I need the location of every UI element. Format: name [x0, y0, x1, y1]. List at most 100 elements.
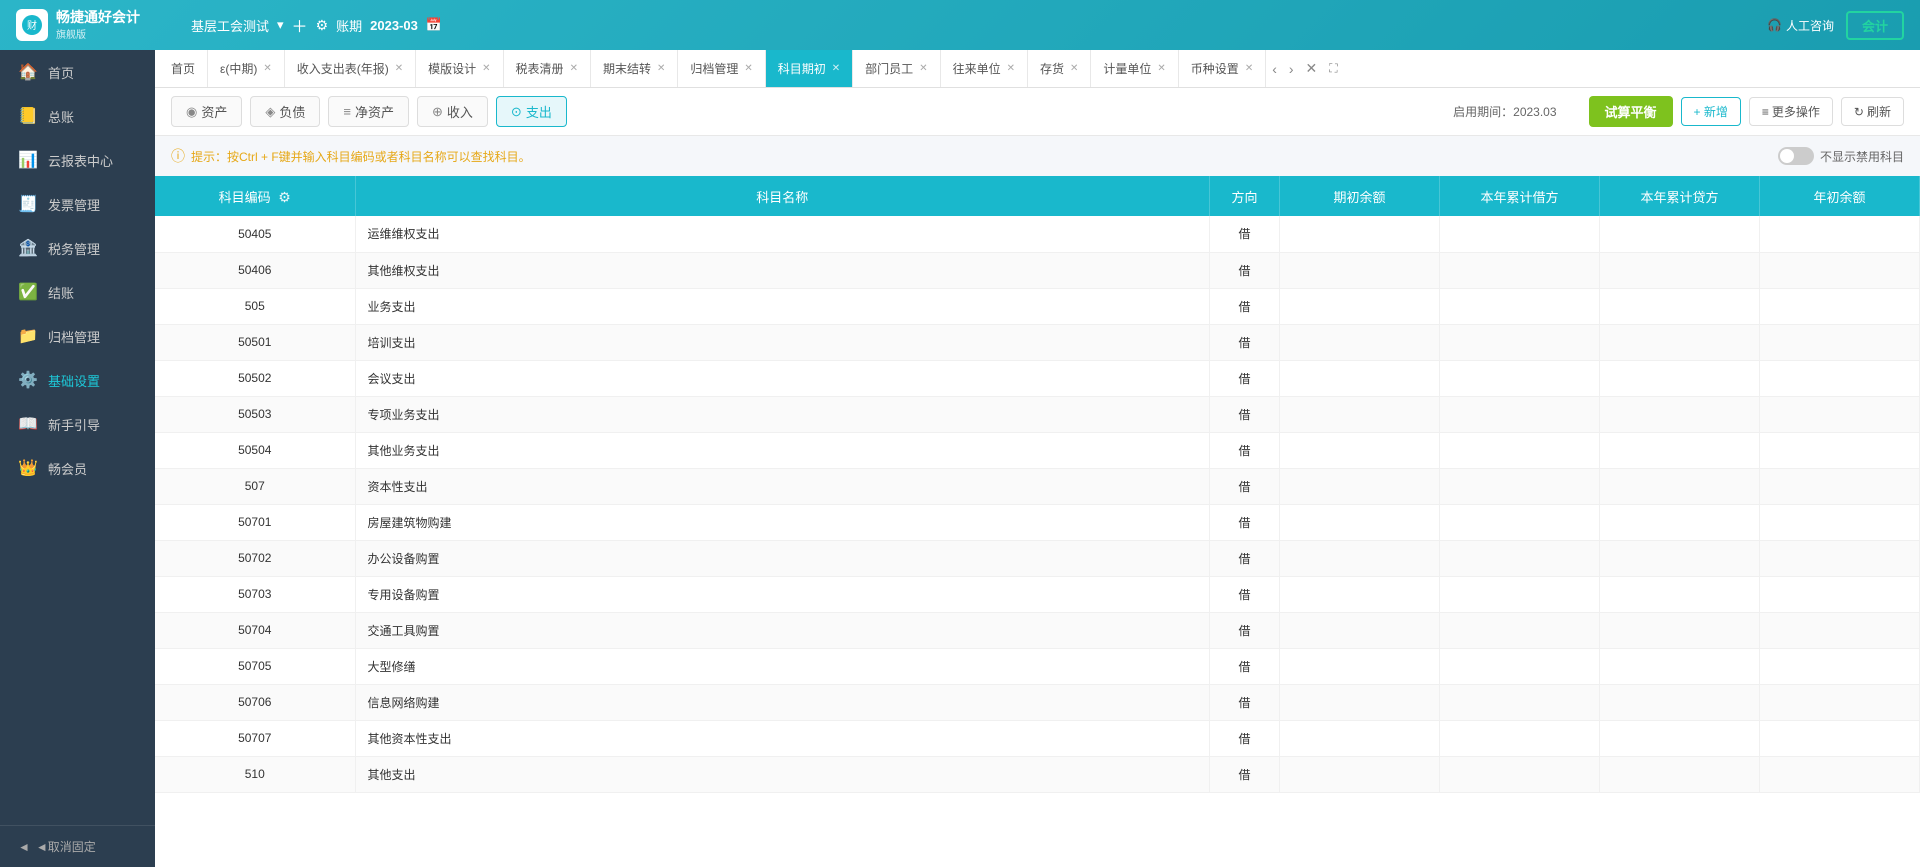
- sub-tab-liability[interactable]: ◈ 负债: [250, 96, 320, 127]
- tab-close-icon[interactable]: ✕: [1007, 63, 1015, 74]
- table-row[interactable]: 50405运维维权支出借: [155, 216, 1920, 252]
- cell-dir: 借: [1210, 504, 1280, 540]
- toggle-label-text: 不显示禁用科目: [1820, 148, 1904, 165]
- archive-icon: 📁: [18, 326, 38, 346]
- sidebar-item-label: 发票管理: [48, 195, 100, 214]
- sidebar-item-archive[interactable]: 📁 归档管理: [0, 314, 155, 358]
- table-row[interactable]: 510其他支出借: [155, 756, 1920, 792]
- tab-close-icon[interactable]: ✕: [1070, 63, 1078, 74]
- tab-subject-init[interactable]: 科目期初 ✕: [766, 50, 853, 88]
- sub-tab-expense[interactable]: ⊙ 支出: [496, 96, 567, 127]
- add-btn[interactable]: + 新增: [1681, 97, 1741, 126]
- sidebar-item-member[interactable]: 👑 畅会员: [0, 446, 155, 490]
- cell-balance: [1280, 252, 1440, 288]
- cell-balance: [1280, 360, 1440, 396]
- cell-credit: [1600, 360, 1760, 396]
- table-row[interactable]: 50502会议支出借: [155, 360, 1920, 396]
- tab-close-icon[interactable]: ✕: [570, 63, 578, 74]
- tab-currency[interactable]: 币种设置 ✕: [1179, 50, 1266, 88]
- table-row[interactable]: 50504其他业务支出借: [155, 432, 1920, 468]
- add-project-btn[interactable]: ＋: [292, 13, 308, 37]
- sub-tab-label: 资产: [201, 102, 227, 121]
- table-row[interactable]: 50701房屋建筑物购建借: [155, 504, 1920, 540]
- calendar-icon[interactable]: 📅: [426, 17, 442, 33]
- tab-income-annual[interactable]: 收入支出表(年报) ✕: [285, 50, 416, 88]
- sub-tab-asset[interactable]: ◉ 资产: [171, 96, 242, 127]
- sidebar-collapse-btn[interactable]: ◄ ◄取消固定: [0, 825, 155, 867]
- tab-inventory[interactable]: 存货 ✕: [1028, 50, 1091, 88]
- cell-balance: [1280, 432, 1440, 468]
- tab-dept-employee[interactable]: 部门员工 ✕: [853, 50, 940, 88]
- tab-label: 归档管理: [690, 60, 738, 77]
- cell-credit: [1600, 576, 1760, 612]
- support-btn[interactable]: 🎧 人工咨询: [1767, 17, 1834, 34]
- tab-expand-btn[interactable]: ⛶: [1323, 57, 1343, 80]
- table-row[interactable]: 50704交通工具购置借: [155, 612, 1920, 648]
- tab-period-end[interactable]: 期末结转 ✕: [591, 50, 678, 88]
- account-btn[interactable]: 会计: [1846, 11, 1904, 40]
- sidebar-item-closing[interactable]: ✅ 结账: [0, 270, 155, 314]
- tab-close-icon[interactable]: ✕: [744, 63, 752, 74]
- sidebar-item-tax[interactable]: 🏦 税务管理: [0, 226, 155, 270]
- tab-close-icon[interactable]: ✕: [395, 63, 403, 74]
- cell-balance: [1280, 324, 1440, 360]
- table-row[interactable]: 505业务支出借: [155, 288, 1920, 324]
- sidebar-item-label: 首页: [48, 63, 74, 82]
- table-row[interactable]: 50702办公设备购置借: [155, 540, 1920, 576]
- disable-toggle[interactable]: [1778, 147, 1814, 165]
- sub-tab-net-asset[interactable]: ≡ 净资产: [328, 96, 409, 127]
- table-row[interactable]: 50406其他维权支出借: [155, 252, 1920, 288]
- tab-home[interactable]: 首页: [159, 50, 208, 88]
- sub-tab-income[interactable]: ⊕ 收入: [417, 96, 488, 127]
- refresh-btn[interactable]: ↻ 刷新: [1841, 97, 1904, 126]
- cell-name: 其他业务支出: [355, 432, 1210, 468]
- tab-label: 模版设计: [428, 60, 476, 77]
- tab-archive-mgmt[interactable]: 归档管理 ✕: [678, 50, 765, 88]
- sidebar-item-invoice[interactable]: 🧾 发票管理: [0, 182, 155, 226]
- tab-unit[interactable]: 计量单位 ✕: [1091, 50, 1178, 88]
- tab-close-icon[interactable]: ✕: [263, 63, 271, 74]
- sidebar-item-reports[interactable]: 📊 云报表中心: [0, 138, 155, 182]
- tab-close-icon[interactable]: ✕: [1245, 63, 1253, 74]
- trial-balance-btn[interactable]: 试算平衡: [1589, 96, 1673, 127]
- tab-counterparty[interactable]: 往来单位 ✕: [941, 50, 1028, 88]
- dropdown-icon[interactable]: ▾: [277, 17, 284, 33]
- table-row[interactable]: 50705大型修缮借: [155, 648, 1920, 684]
- sidebar-item-guide[interactable]: 📖 新手引导: [0, 402, 155, 446]
- cell-code: 50503: [155, 396, 355, 432]
- more-operations-btn[interactable]: ≡ 更多操作: [1749, 97, 1833, 126]
- table-row[interactable]: 50707其他资本性支出借: [155, 720, 1920, 756]
- gear-icon[interactable]: ⚙: [278, 189, 291, 205]
- header-right: 🎧 人工咨询 会计: [1767, 11, 1904, 40]
- table-row[interactable]: 50706信息网络购建借: [155, 684, 1920, 720]
- header-project[interactable]: 基层工会测试 ▾ ＋ ⚙ 账期 2023-03 📅: [191, 13, 442, 37]
- cell-year: [1760, 504, 1920, 540]
- tab-close-icon[interactable]: ✕: [1157, 63, 1165, 74]
- table-row[interactable]: 50503专项业务支出借: [155, 396, 1920, 432]
- hint-box: ⓘ 提示：按Ctrl + F键并输入科目编码或者科目名称可以查找科目。: [171, 146, 1770, 166]
- guide-icon: 📖: [18, 414, 38, 434]
- tab-close-icon[interactable]: ✕: [832, 63, 840, 74]
- settings-icon[interactable]: ⚙: [316, 17, 329, 34]
- table-row[interactable]: 50501培训支出借: [155, 324, 1920, 360]
- cell-credit: [1600, 468, 1760, 504]
- tab-close-all-btn[interactable]: ✕: [1300, 56, 1324, 81]
- tab-close-icon[interactable]: ✕: [482, 63, 490, 74]
- tab-close-icon[interactable]: ✕: [657, 63, 665, 74]
- tab-close-icon[interactable]: ✕: [919, 63, 927, 74]
- period-value: 2023-03: [370, 18, 418, 33]
- table-row[interactable]: 507资本性支出借: [155, 468, 1920, 504]
- tab-next-btn[interactable]: ›: [1283, 57, 1300, 81]
- sub-tab-label: 收入: [447, 102, 473, 121]
- cell-credit: [1600, 756, 1760, 792]
- closing-icon: ✅: [18, 282, 38, 302]
- tab-template[interactable]: 模版设计 ✕: [416, 50, 503, 88]
- sidebar-item-home[interactable]: 🏠 首页: [0, 50, 155, 94]
- sidebar-item-basic-settings[interactable]: ⚙️ 基础设置: [0, 358, 155, 402]
- sidebar-item-ledger[interactable]: 📒 总账: [0, 94, 155, 138]
- tab-prev-btn[interactable]: ‹: [1266, 57, 1283, 81]
- tab-interim[interactable]: ε(中期) ✕: [208, 50, 285, 88]
- table-row[interactable]: 50703专用设备购置借: [155, 576, 1920, 612]
- cell-dir: 借: [1210, 252, 1280, 288]
- tab-tax-clear[interactable]: 税表清册 ✕: [504, 50, 591, 88]
